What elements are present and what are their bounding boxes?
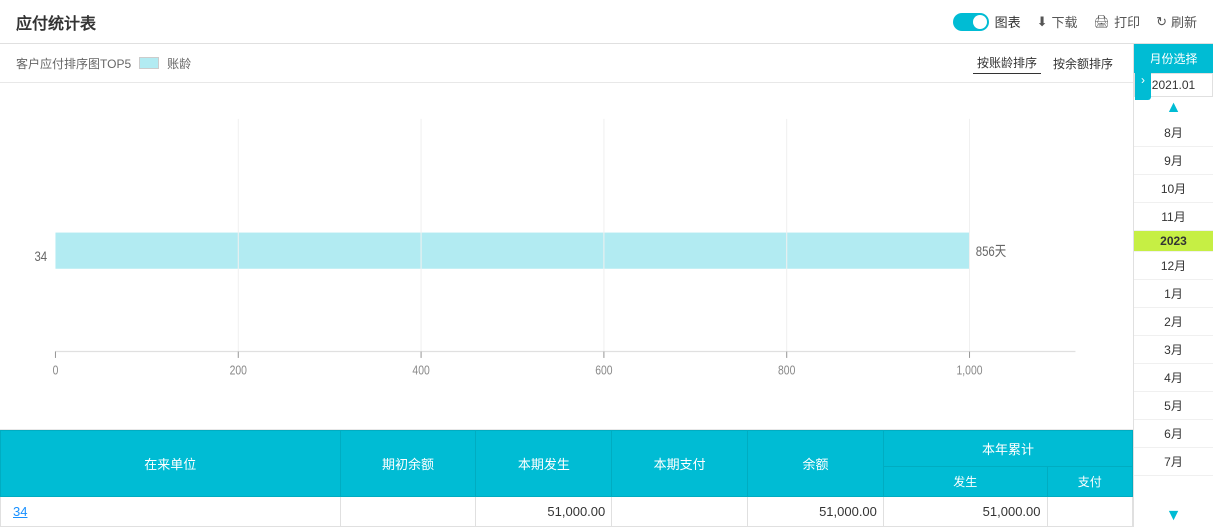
sidebar-months: 8月 9月 10月 11月 2023 12月 1月 2月 3月 4月 5月 6月… (1134, 119, 1213, 505)
svg-text:1,000: 1,000 (957, 364, 983, 378)
sort-by-balance-button[interactable]: 按账龄排序 (973, 52, 1041, 74)
cell-current: 51,000.00 (476, 497, 612, 527)
chart-sort-buttons: 按账龄排序 按余额排序 (973, 52, 1117, 74)
legend-title: 客户应付排序图TOP5 (16, 55, 131, 72)
toggle-switch[interactable] (953, 13, 989, 31)
print-icon: 🖨 (1094, 14, 1111, 30)
print-label: 打印 (1114, 12, 1140, 31)
data-table: 在来单位 期初余额 本期发生 本期支付 余额 本年累计 发生 支付 (0, 430, 1133, 527)
sidebar-month-10[interactable]: 10月 (1134, 175, 1213, 203)
header-actions: 图表 ⬇ 下载 🖨 打印 ↻ 刷新 (953, 12, 1197, 31)
svg-text:800: 800 (778, 364, 796, 378)
legend-box (139, 57, 159, 69)
refresh-button[interactable]: ↻ 刷新 (1156, 12, 1197, 31)
col-ytd-pay-header: 支付 (1047, 467, 1133, 497)
legend-box-label: 账龄 (167, 55, 191, 72)
cell-opening (340, 497, 476, 527)
col-balance-header: 余额 (748, 431, 884, 497)
cell-ytd-pay (1047, 497, 1133, 527)
svg-text:400: 400 (412, 364, 430, 378)
cell-payment (612, 497, 748, 527)
col-ytd-occur-header: 发生 (883, 467, 1047, 497)
cell-unit: 34 (1, 497, 341, 527)
chart-bar (55, 233, 969, 269)
sidebar-month-1[interactable]: 1月 (1134, 280, 1213, 308)
sidebar-month-5[interactable]: 5月 (1134, 392, 1213, 420)
col-current-header: 本期发生 (476, 431, 612, 497)
sidebar-year-marker: 2023 (1134, 231, 1213, 252)
sidebar-nav-down-button[interactable]: ▼ (1134, 505, 1213, 527)
chart-svg: 34 856天 0 200 400 600 (16, 93, 1117, 429)
sidebar: 月份选择 2021.01 ▲ 8月 9月 10月 11月 2023 12月 1月… (1133, 44, 1213, 527)
sidebar-month-12[interactable]: 12月 (1134, 252, 1213, 280)
sidebar-nav-up-button[interactable]: ▲ (1134, 97, 1213, 119)
table-row: 34 51,000.00 51,000.00 51,000.00 (1, 497, 1133, 527)
chart-area: 客户应付排序图TOP5 账龄 按账龄排序 按余额排序 34 856天 (0, 44, 1133, 527)
sidebar-month-11[interactable]: 11月 (1134, 203, 1213, 231)
unit-link[interactable]: 34 (13, 504, 27, 519)
page-header: 应付统计表 图表 ⬇ 下载 🖨 打印 ↻ 刷新 (0, 0, 1213, 44)
refresh-label: 刷新 (1171, 12, 1197, 31)
sort-by-amount-button[interactable]: 按余额排序 (1049, 52, 1117, 74)
bar-end-label: 856天 (976, 243, 1007, 260)
print-button[interactable]: 🖨 打印 (1094, 12, 1141, 31)
table-wrapper: 在来单位 期初余额 本期发生 本期支付 余额 本年累计 发生 支付 (0, 430, 1133, 527)
sidebar-month-7[interactable]: 7月 (1134, 448, 1213, 476)
col-ytd-header: 本年累计 (883, 431, 1132, 467)
cell-ytd-occur: 51,000.00 (883, 497, 1047, 527)
sidebar-month-4[interactable]: 4月 (1134, 364, 1213, 392)
refresh-icon: ↻ (1156, 14, 1167, 30)
download-icon: ⬇ (1037, 14, 1048, 30)
main-content: 客户应付排序图TOP5 账龄 按账龄排序 按余额排序 34 856天 (0, 44, 1213, 527)
svg-text:200: 200 (230, 364, 248, 378)
page-title: 应付统计表 (16, 10, 96, 34)
chart-legend: 客户应付排序图TOP5 账龄 (16, 55, 191, 72)
table-area: 在来单位 期初余额 本期发生 本期支付 余额 本年累计 发生 支付 (0, 429, 1133, 527)
svg-text:600: 600 (595, 364, 613, 378)
sidebar-month-3[interactable]: 3月 (1134, 336, 1213, 364)
col-payment-header: 本期支付 (612, 431, 748, 497)
sidebar-toggle-button[interactable]: › (1135, 60, 1151, 100)
bar-y-label: 34 (34, 248, 47, 265)
toggle-label: 图表 (995, 12, 1021, 31)
table-header-row: 在来单位 期初余额 本期发生 本期支付 余额 本年累计 (1, 431, 1133, 467)
chart-toggle[interactable]: 图表 (953, 12, 1021, 31)
sidebar-month-9[interactable]: 9月 (1134, 147, 1213, 175)
col-opening-header: 期初余额 (340, 431, 476, 497)
col-unit-header: 在来单位 (1, 431, 341, 497)
sidebar-month-8[interactable]: 8月 (1134, 119, 1213, 147)
chart-header: 客户应付排序图TOP5 账龄 按账龄排序 按余额排序 (0, 44, 1133, 83)
cell-balance: 51,000.00 (748, 497, 884, 527)
sidebar-month-2[interactable]: 2月 (1134, 308, 1213, 336)
download-label: 下载 (1052, 12, 1078, 31)
download-button[interactable]: ⬇ 下载 (1037, 12, 1078, 31)
chart-body: 34 856天 0 200 400 600 (0, 83, 1133, 429)
sidebar-month-6[interactable]: 6月 (1134, 420, 1213, 448)
svg-text:0: 0 (53, 364, 59, 378)
